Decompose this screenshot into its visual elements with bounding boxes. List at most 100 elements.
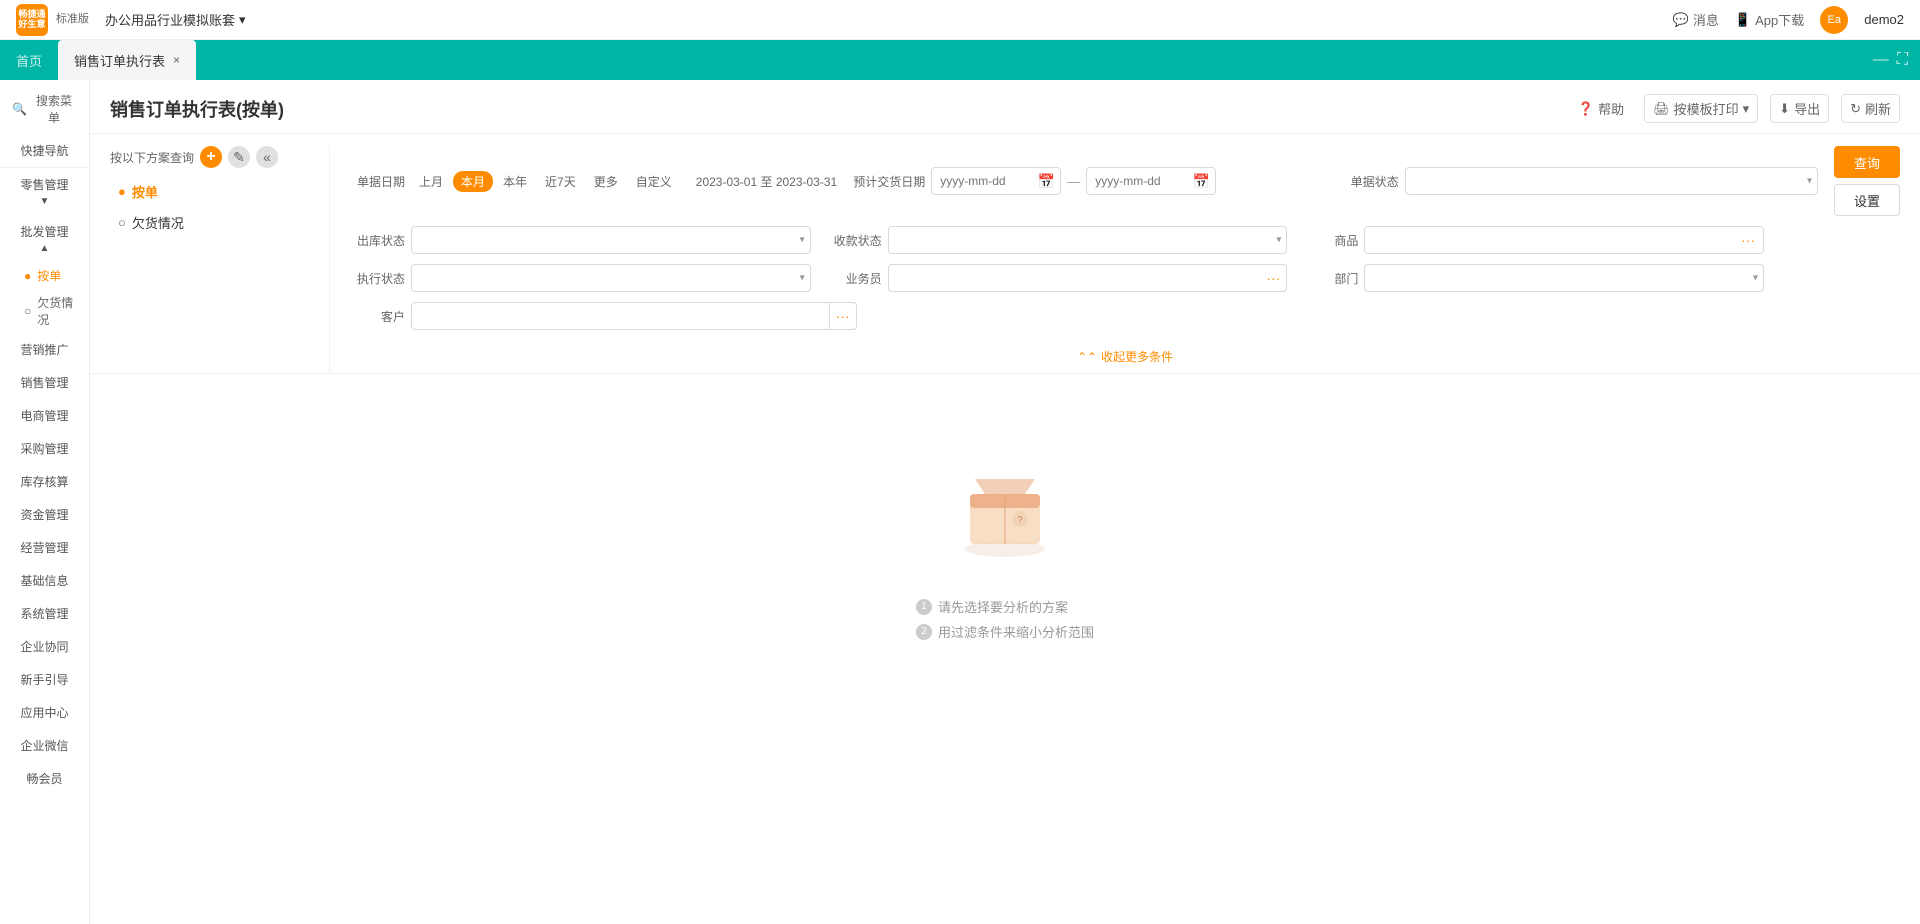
tab-sales-exec[interactable]: 销售订单执行表 ×	[58, 40, 196, 80]
search-menu-button[interactable]: 🔍 搜索菜单	[8, 88, 81, 130]
member-label: 畅会员	[26, 770, 62, 787]
sidebar-item-wholesale[interactable]: 批发管理 ▲	[0, 215, 89, 262]
tab-home-label: 首页	[16, 51, 42, 70]
quick-nav-label: 快捷导航	[20, 142, 68, 159]
window-minimize-icon[interactable]: —	[1873, 51, 1889, 69]
collapse-label: 收起更多条件	[1101, 348, 1173, 365]
expected-date-group: 预计交货日期 📅 — 📅	[853, 167, 1327, 195]
print-arrow-icon: ▾	[1743, 101, 1750, 117]
dept-group: 部门 ▾	[1303, 264, 1764, 292]
app-selector[interactable]: 办公用品行业模拟账套 ▾	[97, 6, 254, 33]
system-label: 系统管理	[20, 605, 68, 622]
enterprise-label: 企业协同	[20, 638, 68, 655]
app-download-action[interactable]: 📱 App下载	[1735, 10, 1804, 29]
help-button[interactable]: ❓ 帮助	[1570, 95, 1632, 122]
sidebar-item-retail[interactable]: 零售管理 ▼	[0, 167, 89, 215]
message-label: 消息	[1693, 10, 1719, 29]
by-order-label: 按单	[37, 267, 61, 284]
app-subtitle: 标准版	[56, 13, 89, 26]
sidebar-item-inventory[interactable]: 库存核算	[0, 465, 89, 498]
user-name: demo2	[1864, 12, 1904, 27]
sidebar-item-operations[interactable]: 经营管理	[0, 531, 89, 564]
export-icon: ⬇	[1779, 101, 1790, 117]
dept-select[interactable]	[1364, 264, 1764, 292]
refresh-button[interactable]: ↻ 刷新	[1841, 94, 1900, 123]
export-button[interactable]: ⬇ 导出	[1770, 94, 1829, 123]
customer-dots-button[interactable]: ···	[830, 302, 857, 330]
sidebar-item-newuser[interactable]: 新手引导	[0, 663, 89, 696]
settings-button[interactable]: 设置	[1834, 184, 1900, 216]
scheme-collapse-button[interactable]: «	[256, 146, 278, 168]
page: 销售订单执行表(按单) ❓ 帮助 🖨 按模板打印 ▾ ⬇ 导出	[90, 80, 1920, 924]
avatar[interactable]: Ea	[1820, 6, 1848, 34]
sidebar-search: 🔍 搜索菜单	[0, 80, 89, 134]
sidebar-sub-backorder[interactable]: ○ 欠货情况	[0, 289, 89, 333]
dt-last-7[interactable]: 近7天	[537, 171, 584, 192]
outbound-select-wrap: ▾	[411, 226, 811, 254]
exec-group: 执行状态 ▾	[350, 264, 811, 292]
sidebar-item-ecommerce[interactable]: 电商管理	[0, 399, 89, 432]
sidebar-item-member[interactable]: 畅会员	[0, 762, 89, 795]
sidebar-item-basic-info[interactable]: 基础信息	[0, 564, 89, 597]
sidebar-item-enterprise[interactable]: 企业协同	[0, 630, 89, 663]
dept-label: 部门	[1303, 270, 1358, 287]
collapse-more-button[interactable]: ⌃⌃ 收起更多条件	[350, 340, 1900, 373]
scheme-item-by-order[interactable]: ● 按单	[110, 176, 317, 207]
filter-scheme-panel: 按以下方案查询 + ✎ « ● 按单 ○	[110, 146, 330, 373]
finance-label: 资金管理	[20, 506, 68, 523]
enterprise-wechat-label: 企业微信	[20, 737, 68, 754]
salesperson-dots-button[interactable]: ···	[1260, 264, 1287, 292]
state-label: 单据状态	[1344, 173, 1399, 190]
sidebar-item-system[interactable]: 系统管理	[0, 597, 89, 630]
sidebar-item-app-center[interactable]: 应用中心	[0, 696, 89, 729]
logo-icon: 畅捷通好生意	[16, 4, 48, 36]
sidebar-item-enterprise-wechat[interactable]: 企业微信	[0, 729, 89, 762]
dt-more[interactable]: 更多	[586, 171, 626, 192]
tip2-text: 用过滤条件来缩小分析范围	[938, 622, 1094, 641]
sidebar-item-finance[interactable]: 资金管理	[0, 498, 89, 531]
empty-box-svg: ?	[945, 454, 1065, 574]
sidebar-item-marketing[interactable]: 营销推广	[0, 333, 89, 366]
print-button[interactable]: 🖨 按模板打印 ▾	[1644, 94, 1758, 123]
tab-close-icon[interactable]: ×	[173, 53, 180, 67]
help-label: 帮助	[1598, 99, 1624, 118]
receipt-group: 收款状态 ▾	[827, 226, 1288, 254]
dt-custom[interactable]: 自定义	[628, 171, 680, 192]
empty-state: ? 1 请先选择要分析的方案 2 用过滤条件来缩小分析范围	[90, 374, 1920, 727]
app-download-icon: 📱	[1735, 12, 1751, 28]
app-selector-arrow: ▾	[239, 12, 246, 28]
window-maximize-icon[interactable]: ⛶	[1897, 51, 1908, 69]
sidebar-item-sales-mgmt[interactable]: 销售管理	[0, 366, 89, 399]
message-action[interactable]: 💬 消息	[1673, 10, 1719, 29]
outbound-select[interactable]	[411, 226, 811, 254]
salesperson-group: 业务员 ···	[827, 264, 1288, 292]
sidebar-sub-by-order[interactable]: ● 按单	[0, 262, 89, 289]
app-center-label: 应用中心	[20, 704, 68, 721]
goods-input-wrap: ···	[1364, 226, 1764, 254]
query-button[interactable]: 查询	[1834, 146, 1900, 178]
help-icon: ❓	[1578, 101, 1594, 117]
sidebar-item-purchase[interactable]: 采购管理	[0, 432, 89, 465]
customer-input[interactable]	[411, 302, 830, 330]
expected-date-start[interactable]	[931, 167, 1061, 195]
tip1-num: 1	[916, 599, 932, 615]
goods-dots-button[interactable]: ···	[1364, 226, 1764, 254]
sidebar-item-quick-nav[interactable]: 快捷导航	[0, 134, 89, 167]
expected-date-end[interactable]	[1086, 167, 1216, 195]
dt-this-year[interactable]: 本年	[495, 171, 535, 192]
scheme-edit-button[interactable]: ✎	[228, 146, 250, 168]
state-select[interactable]	[1405, 167, 1818, 195]
dt-last-month[interactable]: 上月	[411, 171, 451, 192]
exec-select[interactable]	[411, 264, 811, 292]
tab-home[interactable]: 首页	[0, 40, 58, 80]
dt-this-month[interactable]: 本月	[453, 171, 493, 192]
filter-controls: 单据日期 上月 本月 本年 近7天 更多 自定义 2023	[330, 146, 1900, 373]
filter-row-3: 执行状态 ▾ 业务员	[350, 264, 1900, 292]
main-layout: 🔍 搜索菜单 快捷导航 零售管理 ▼ 批发管理 ▲ ● 按单 ○ 欠货情况 营销…	[0, 80, 1920, 924]
scheme-add-button[interactable]: +	[200, 146, 222, 168]
receipt-select[interactable]	[888, 226, 1288, 254]
sidebar: 🔍 搜索菜单 快捷导航 零售管理 ▼ 批发管理 ▲ ● 按单 ○ 欠货情况 营销…	[0, 80, 90, 924]
scheme-item-backorder[interactable]: ○ 欠货情况	[110, 207, 317, 238]
salesperson-input[interactable]	[888, 264, 1261, 292]
filter-date-group: 单据日期 上月 本月 本年 近7天 更多 自定义	[350, 171, 680, 192]
